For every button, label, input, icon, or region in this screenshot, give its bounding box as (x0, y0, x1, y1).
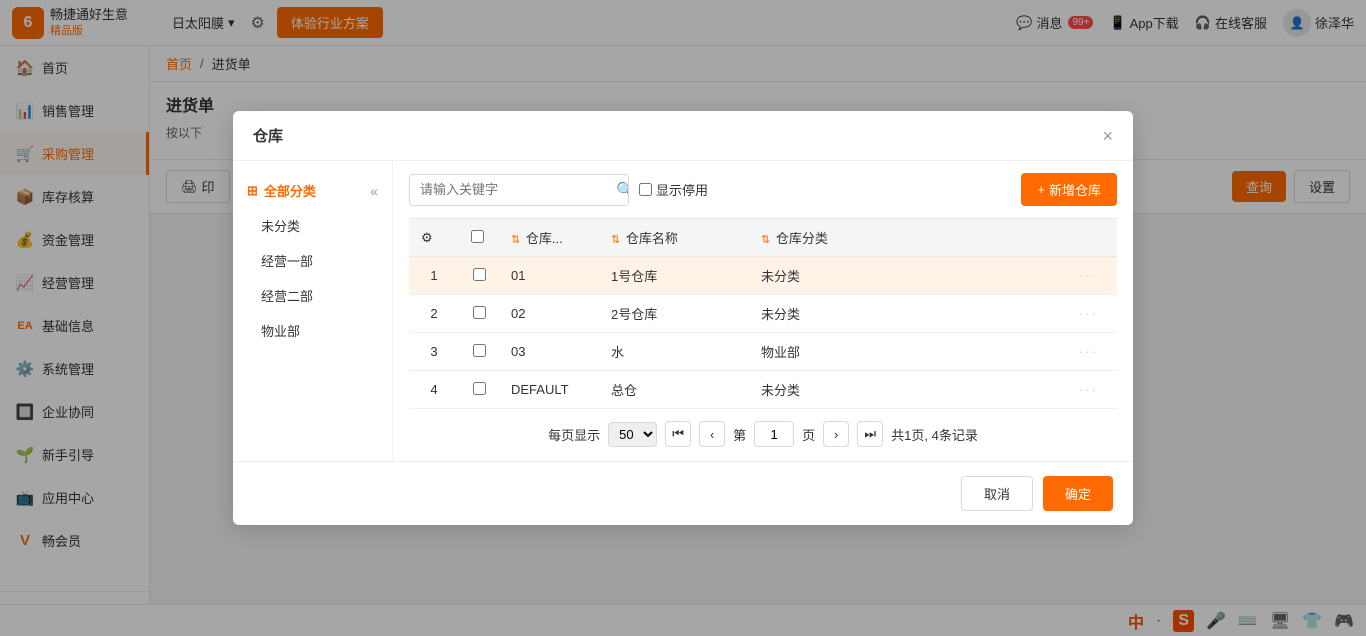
search-input[interactable] (410, 176, 606, 203)
next-page-button[interactable]: › (823, 421, 849, 447)
last-page-button[interactable]: ⏭ (857, 421, 883, 447)
warehouse-modal: 仓库 × ⊞ 全部分类 « 未分类 经营一部 经营二部 物业部 (233, 111, 1133, 525)
modal-close-button[interactable]: × (1102, 127, 1113, 145)
col-action-header (1067, 219, 1117, 257)
row-checkbox-2[interactable] (473, 306, 486, 319)
collapse-icon[interactable]: « (370, 183, 378, 199)
modal-header: 仓库 × (233, 111, 1133, 161)
table-body: 1 01 1号仓库 未分类 ··· 2 02 2 (409, 257, 1117, 409)
table-head: ⚙ ⇅ 仓库... ⇅ 仓库名称 (409, 219, 1117, 257)
row-checkbox-4[interactable] (473, 382, 486, 395)
row-action-4[interactable]: ··· (1079, 382, 1098, 397)
sort-icon3: ⇅ (761, 234, 770, 246)
select-all-checkbox[interactable] (471, 230, 484, 243)
row-checkbox-1[interactable] (473, 268, 486, 281)
col-code-header[interactable]: ⇅ 仓库... (499, 219, 599, 257)
search-button[interactable]: 🔍 (606, 175, 629, 205)
row-action-2[interactable]: ··· (1079, 306, 1098, 321)
category-all[interactable]: ⊞ 全部分类 « (233, 173, 392, 208)
row-checkbox-3[interactable] (473, 344, 486, 357)
per-page-select[interactable]: 50 (608, 422, 657, 447)
row-action-3[interactable]: ··· (1079, 344, 1098, 359)
modal-overlay: 仓库 × ⊞ 全部分类 « 未分类 经营一部 经营二部 物业部 (0, 0, 1366, 636)
table-toolbar: 🔍 显示停用 + 新增仓库 (409, 173, 1117, 206)
col-gear: ⚙ (409, 219, 459, 257)
first-page-button[interactable]: ⏮ (665, 421, 691, 447)
col-category-header[interactable]: ⇅ 仓库分类 (749, 219, 1067, 257)
warehouse-table: ⚙ ⇅ 仓库... ⇅ 仓库名称 (409, 218, 1117, 409)
table-row[interactable]: 2 02 2号仓库 未分类 ··· (409, 295, 1117, 333)
col-name-header[interactable]: ⇅ 仓库名称 (599, 219, 749, 257)
category-item-ops2[interactable]: 经营二部 (233, 278, 392, 313)
row-action-1[interactable]: ··· (1079, 268, 1098, 283)
col-checkbox (459, 219, 499, 257)
sort-icon: ⇅ (511, 234, 520, 246)
category-item-unclassified[interactable]: 未分类 (233, 208, 392, 243)
table-panel: 🔍 显示停用 + 新增仓库 (393, 161, 1133, 461)
sort-icon2: ⇅ (611, 234, 620, 246)
add-warehouse-button[interactable]: + 新增仓库 (1021, 173, 1117, 206)
confirm-button[interactable]: 确定 (1043, 476, 1113, 511)
table-container: ⚙ ⇅ 仓库... ⇅ 仓库名称 (409, 218, 1117, 409)
category-item-property[interactable]: 物业部 (233, 313, 392, 348)
cancel-button[interactable]: 取消 (961, 476, 1033, 511)
modal-footer: 取消 确定 (233, 461, 1133, 525)
modal-title: 仓库 (253, 125, 283, 146)
table-row[interactable]: 1 01 1号仓库 未分类 ··· (409, 257, 1117, 295)
table-row[interactable]: 4 DEFAULT 总仓 未分类 ··· (409, 371, 1117, 409)
category-panel: ⊞ 全部分类 « 未分类 经营一部 经营二部 物业部 (233, 161, 393, 461)
category-item-ops1[interactable]: 经营一部 (233, 243, 392, 278)
add-icon: + (1037, 182, 1045, 197)
page-number-input[interactable] (754, 421, 794, 447)
modal-body: ⊞ 全部分类 « 未分类 经营一部 经营二部 物业部 🔍 (233, 161, 1133, 461)
disabled-checkbox[interactable] (639, 183, 652, 196)
show-disabled-checkbox[interactable]: 显示停用 (639, 180, 708, 199)
pagination-bar: 每页显示 50 ⏮ ‹ 第 页 › ⏭ 共1页, 4条记录 (409, 409, 1117, 461)
prev-page-button[interactable]: ‹ (699, 421, 725, 447)
search-box: 🔍 (409, 174, 629, 206)
table-row[interactable]: 3 03 水 物业部 ··· (409, 333, 1117, 371)
